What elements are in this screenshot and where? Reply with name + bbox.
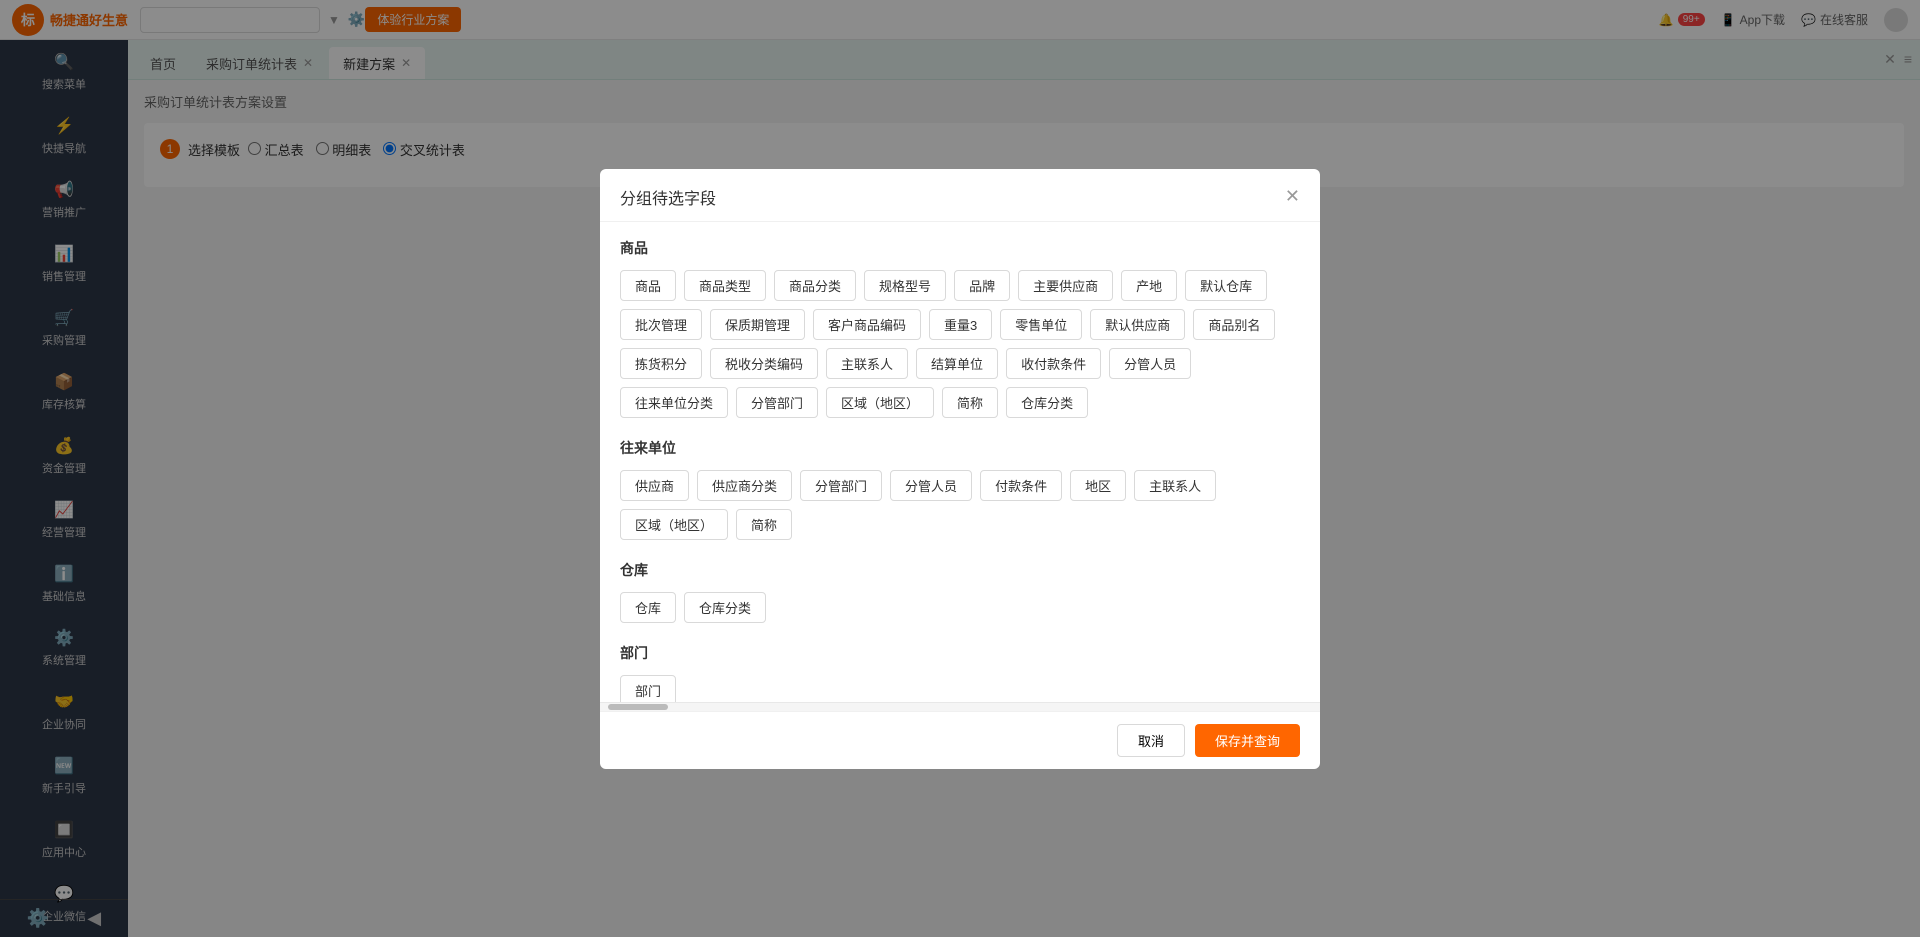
field-tag-供应商[interactable]: 供应商 bbox=[620, 470, 689, 501]
modal-footer: 取消 保存并查询 bbox=[600, 711, 1320, 769]
field-tag-商品类型[interactable]: 商品类型 bbox=[684, 270, 766, 301]
field-tag-税收分类编码[interactable]: 税收分类编码 bbox=[710, 348, 818, 379]
field-tag-默认供应商[interactable]: 默认供应商 bbox=[1090, 309, 1185, 340]
field-tag-区域（地区）[interactable]: 区域（地区） bbox=[620, 509, 728, 540]
section-warehouse: 仓库仓库仓库分类 bbox=[620, 560, 1300, 623]
field-tag-零售单位[interactable]: 零售单位 bbox=[1000, 309, 1082, 340]
section-partner: 往来单位供应商供应商分类分管部门分管人员付款条件地区主联系人区域（地区） 简称 bbox=[620, 438, 1300, 540]
field-tag-规格型号[interactable]: 规格型号 bbox=[864, 270, 946, 301]
field-tag-往来单位分类[interactable]: 往来单位分类 bbox=[620, 387, 728, 418]
field-tags-goods: 商品商品类型商品分类规格型号品牌主要供应商产地默认仓库批次管理保质期管理客户商品… bbox=[620, 270, 1300, 418]
field-tag-品牌[interactable]: 品牌 bbox=[954, 270, 1010, 301]
field-tags-warehouse: 仓库仓库分类 bbox=[620, 592, 1300, 623]
section-title-warehouse: 仓库 bbox=[620, 560, 1300, 580]
cancel-button[interactable]: 取消 bbox=[1117, 724, 1185, 757]
field-tag-商品别名[interactable]: 商品别名 bbox=[1193, 309, 1275, 340]
field-tag-简称[interactable]: 简称 bbox=[736, 509, 792, 540]
field-tag-主要供应商[interactable]: 主要供应商 bbox=[1018, 270, 1113, 301]
modal-horizontal-scrollbar[interactable] bbox=[600, 702, 1320, 711]
modal-header: 分组待选字段 ✕ bbox=[600, 169, 1320, 222]
field-tag-部门[interactable]: 部门 bbox=[620, 675, 676, 702]
field-tag-主联系人[interactable]: 主联系人 bbox=[826, 348, 908, 379]
field-tag-拣货积分[interactable]: 拣货积分 bbox=[620, 348, 702, 379]
field-tag-商品[interactable]: 商品 bbox=[620, 270, 676, 301]
section-title-goods: 商品 bbox=[620, 238, 1300, 258]
field-tag-供应商分类[interactable]: 供应商分类 bbox=[697, 470, 792, 501]
field-tag-商品分类[interactable]: 商品分类 bbox=[774, 270, 856, 301]
field-tag-分管部门[interactable]: 分管部门 bbox=[800, 470, 882, 501]
field-tag-收付款条件[interactable]: 收付款条件 bbox=[1006, 348, 1101, 379]
modal-close-button[interactable]: ✕ bbox=[1285, 186, 1300, 207]
modal-body: 商品商品商品类型商品分类规格型号品牌主要供应商产地默认仓库批次管理保质期管理客户… bbox=[600, 222, 1320, 702]
field-tag-区域（地区）[interactable]: 区域（地区） bbox=[826, 387, 934, 418]
field-tag-地区[interactable]: 地区 bbox=[1070, 470, 1126, 501]
modal-overlay: 分组待选字段 ✕ 商品商品商品类型商品分类规格型号品牌主要供应商产地默认仓库批次… bbox=[0, 0, 1920, 937]
field-tag-主联系人[interactable]: 主联系人 bbox=[1134, 470, 1216, 501]
field-tag-简称[interactable]: 简称 bbox=[942, 387, 998, 418]
field-tag-产地[interactable]: 产地 bbox=[1121, 270, 1177, 301]
field-tag-付款条件[interactable]: 付款条件 bbox=[980, 470, 1062, 501]
field-tag-保质期管理[interactable]: 保质期管理 bbox=[710, 309, 805, 340]
field-tag-仓库[interactable]: 仓库 bbox=[620, 592, 676, 623]
field-tag-分管部门[interactable]: 分管部门 bbox=[736, 387, 818, 418]
field-tag-仓库分类[interactable]: 仓库分类 bbox=[684, 592, 766, 623]
field-tag-仓库分类[interactable]: 仓库分类 bbox=[1006, 387, 1088, 418]
field-tag-客户商品编码[interactable]: 客户商品编码 bbox=[813, 309, 921, 340]
modal-title: 分组待选字段 bbox=[620, 185, 716, 209]
section-department: 部门部门 bbox=[620, 643, 1300, 702]
field-tag-分管人员[interactable]: 分管人员 bbox=[1109, 348, 1191, 379]
field-tags-department: 部门 bbox=[620, 675, 1300, 702]
section-title-department: 部门 bbox=[620, 643, 1300, 663]
field-tag-重量3[interactable]: 重量3 bbox=[929, 309, 992, 340]
confirm-button[interactable]: 保存并查询 bbox=[1195, 724, 1300, 757]
section-title-partner: 往来单位 bbox=[620, 438, 1300, 458]
section-goods: 商品商品商品类型商品分类规格型号品牌主要供应商产地默认仓库批次管理保质期管理客户… bbox=[620, 238, 1300, 418]
modal-dialog: 分组待选字段 ✕ 商品商品商品类型商品分类规格型号品牌主要供应商产地默认仓库批次… bbox=[600, 169, 1320, 769]
field-tag-默认仓库[interactable]: 默认仓库 bbox=[1185, 270, 1267, 301]
field-tag-批次管理[interactable]: 批次管理 bbox=[620, 309, 702, 340]
field-tag-结算单位[interactable]: 结算单位 bbox=[916, 348, 998, 379]
field-tags-partner: 供应商供应商分类分管部门分管人员付款条件地区主联系人区域（地区） 简称 bbox=[620, 470, 1300, 540]
field-tag-分管人员[interactable]: 分管人员 bbox=[890, 470, 972, 501]
